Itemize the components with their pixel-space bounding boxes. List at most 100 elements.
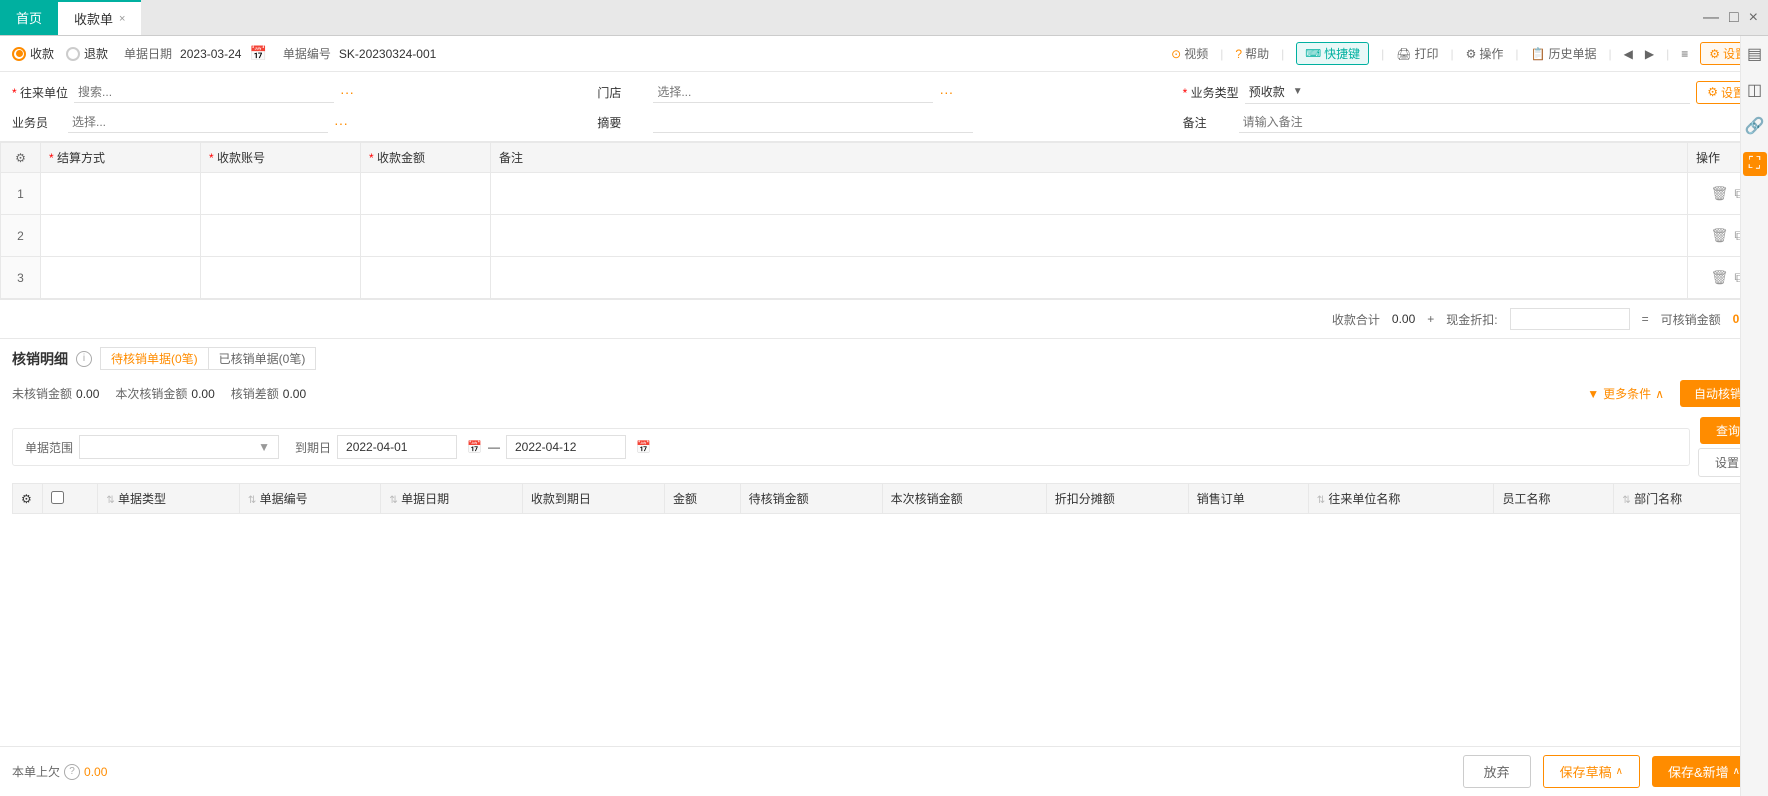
tab-pending[interactable]: 待核销单据(0笔) [100, 347, 208, 370]
calendar-to-icon[interactable]: 📅 [636, 440, 651, 454]
print-btn[interactable]: 🖨 打印 [1396, 45, 1438, 62]
calendar-icon[interactable]: 📅 [249, 45, 266, 62]
radio-refund[interactable]: 退款 [66, 45, 108, 62]
col-settings-th[interactable]: ⚙ [1, 143, 41, 173]
select-all-checkbox[interactable] [51, 491, 64, 504]
history-btn[interactable]: 📋 历史单据 [1531, 45, 1597, 62]
video-btn[interactable]: ⊙ 视频 [1171, 45, 1208, 62]
bottom-info-icon[interactable]: ? [64, 764, 80, 780]
tab-home[interactable]: 首页 [0, 0, 58, 35]
discount-input[interactable] [1510, 308, 1630, 330]
section-title: 核销明细 i 待核销单据(0笔) 已核销单据(0笔) [12, 347, 1756, 370]
col-amount-th: 收款金额 [361, 143, 491, 173]
partner-label: 往来单位 [12, 84, 68, 101]
radio-refund-dot [66, 47, 80, 61]
business-type-label: 业务类型 [1183, 84, 1239, 101]
col-doc-num-th: ⇅ 单据编号 [239, 484, 381, 514]
nav-next-icon[interactable]: ▶ [1645, 47, 1654, 61]
col-checkbox-th[interactable] [43, 484, 98, 514]
amount-cell-1[interactable] [361, 173, 491, 215]
tab-bar: 首页 收款单 × — □ × [0, 0, 1768, 36]
account-cell-2[interactable] [201, 215, 361, 257]
col-doc-type-th: ⇅ 单据类型 [98, 484, 240, 514]
win-controls: — □ × [1703, 9, 1768, 27]
nav-prev-icon[interactable]: ◀ [1624, 47, 1633, 61]
table-section: ⚙ 结算方式 收款账号 收款金额 备注 操作 [0, 142, 1768, 300]
staff-input[interactable] [68, 112, 328, 133]
win-close-icon[interactable]: × [1749, 9, 1758, 27]
settle-cell-2[interactable] [41, 215, 201, 257]
win-minimize-icon[interactable]: — [1703, 9, 1719, 27]
filter-row-inner: 单据范围 ▼ 到期日 📅 — 📅 [12, 428, 1690, 466]
right-panel-active-icon[interactable]: ⛶ [1743, 152, 1767, 176]
bottom-table-wrap[interactable]: ⚙ ⇅ 单据类型 ⇅ 单据编号 ⇅ 单据日期 [12, 483, 1756, 738]
unchecked-stat: 未核销金额 0.00 [12, 385, 99, 402]
summary-label: 摘要 [597, 114, 647, 131]
summary-input[interactable] [653, 112, 973, 133]
radio-receipt[interactable]: 收款 [12, 45, 54, 62]
amount-cell-2[interactable] [361, 215, 491, 257]
col-settings-th2[interactable]: ⚙ [13, 484, 43, 514]
operation-btn[interactable]: ⚙ 操作 [1466, 45, 1504, 62]
partner-more-icon[interactable]: ··· [340, 84, 354, 100]
due-date-to-input[interactable] [506, 435, 626, 459]
col-remark-th: 备注 [491, 143, 1688, 173]
shortcut-btn[interactable]: ⌨ 快捷键 [1296, 42, 1369, 65]
current-verify-stat: 本次核销金额 0.00 [115, 385, 214, 402]
table-row: 2 🗑 ⧉ [1, 215, 1768, 257]
store-more-icon[interactable]: ··· [939, 84, 953, 100]
delete-row-icon-2[interactable]: 🗑 [1711, 227, 1729, 244]
col-partner-th: ⇅ 往来单位名称 [1308, 484, 1494, 514]
remark-label: 备注 [1183, 114, 1233, 131]
abandon-btn[interactable]: 放弃 [1463, 755, 1531, 788]
due-date-from-input[interactable] [337, 435, 457, 459]
help-btn[interactable]: ? 帮助 [1235, 45, 1269, 62]
due-date-field: 到期日 📅 — 📅 [295, 435, 651, 459]
right-panel-layout-icon[interactable]: ◫ [1747, 80, 1762, 100]
range-select[interactable]: ▼ [79, 435, 279, 459]
col-amount-th2: 金额 [664, 484, 740, 514]
more-conditions-btn[interactable]: ▼ 更多条件 ∧ [1587, 385, 1664, 402]
staff-more-icon[interactable]: ··· [334, 115, 348, 131]
partner-input[interactable] [74, 82, 334, 103]
form-row-2: 业务员 ··· 摘要 备注 [12, 112, 1756, 133]
remark-cell-1[interactable] [491, 173, 1688, 215]
radio-receipt-dot [12, 47, 26, 61]
remark-cell-3[interactable] [491, 257, 1688, 299]
sum-row: 收款合计 0.00 + 现金折扣: = 可核销金额 0.00 [0, 300, 1768, 339]
col-staff-th: 员工名称 [1494, 484, 1614, 514]
tab-close-icon[interactable]: × [119, 13, 125, 25]
form-section: 往来单位 ··· 门店 ··· 业务类型 预收款 ▼ ⚙设置 [0, 72, 1768, 142]
tab-receipt[interactable]: 收款单 × [58, 0, 141, 35]
store-label: 门店 [597, 84, 647, 101]
verification-section: 核销明细 i 待核销单据(0笔) 已核销单据(0笔) 未核销金额 0.00 本次… [0, 339, 1768, 746]
col-doc-date-th: ⇅ 单据日期 [381, 484, 523, 514]
right-panel-attach-icon[interactable]: 🔗 [1745, 116, 1765, 136]
col-settle-th: 结算方式 [41, 143, 201, 173]
store-input[interactable] [653, 82, 933, 103]
list-view-icon[interactable]: ≡ [1681, 47, 1688, 61]
verification-table: ⚙ ⇅ 单据类型 ⇅ 单据编号 ⇅ 单据日期 [12, 483, 1756, 514]
business-type-select[interactable]: 预收款 ▼ [1245, 80, 1691, 104]
win-maximize-icon[interactable]: □ [1729, 9, 1739, 27]
delete-row-icon-1[interactable]: 🗑 [1711, 185, 1729, 202]
save-draft-btn[interactable]: 保存草稿 ∧ [1543, 755, 1640, 788]
summary-field: 摘要 [597, 112, 1170, 133]
settle-cell-1[interactable] [41, 173, 201, 215]
remark-cell-2[interactable] [491, 215, 1688, 257]
right-panel-table-icon[interactable]: ▤ [1747, 44, 1762, 64]
col-discount-th: 折扣分摊额 [1046, 484, 1188, 514]
account-cell-3[interactable] [201, 257, 361, 299]
account-cell-1[interactable] [201, 173, 361, 215]
range-field: 单据范围 ▼ [25, 435, 279, 459]
amount-cell-3[interactable] [361, 257, 491, 299]
delete-row-icon-3[interactable]: 🗑 [1711, 269, 1729, 286]
calendar-from-icon[interactable]: 📅 [467, 440, 482, 454]
save-draft-chevron-icon: ∧ [1616, 766, 1623, 777]
info-icon[interactable]: i [76, 351, 92, 367]
top-toolbar: 收款 退款 单据日期 2023-03-24 📅 单据编号 SK-20230324… [0, 36, 1768, 72]
remark-input[interactable] [1239, 112, 1756, 133]
save-new-chevron-icon: ∧ [1733, 766, 1740, 777]
settle-cell-3[interactable] [41, 257, 201, 299]
tab-done[interactable]: 已核销单据(0笔) [208, 347, 317, 370]
